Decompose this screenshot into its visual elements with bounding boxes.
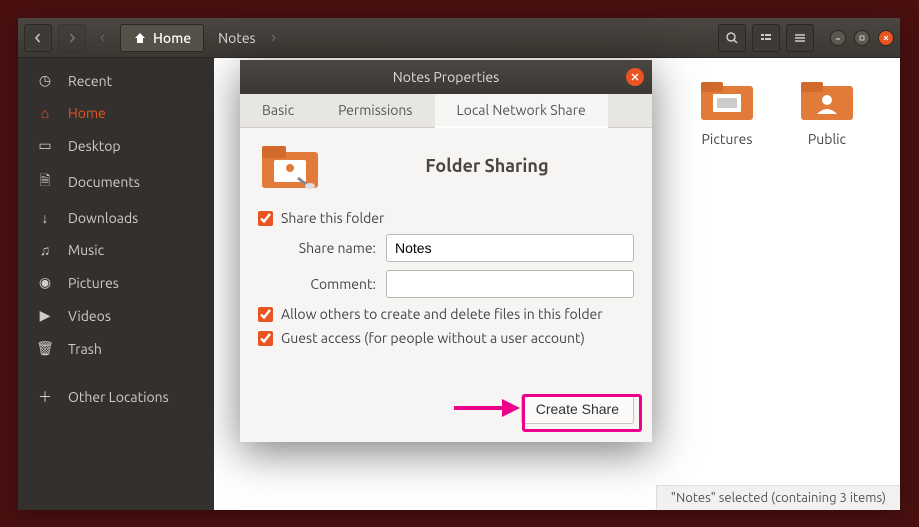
list-icon [759,31,773,45]
sidebar-item-downloads[interactable]: ↓Downloads [18,202,214,234]
share-name-row: Share name: [282,234,634,262]
close-icon [631,73,639,81]
trash-icon: 🗑 [36,340,54,357]
sidebar-item-desktop[interactable]: ▭Desktop [18,129,214,162]
folder-icon [797,76,857,124]
path-label: Home [153,30,191,46]
tab-basic[interactable]: Basic [240,94,316,127]
path-label: Notes [218,30,255,46]
folder-share-icon [258,140,322,192]
chevron-right-icon [270,33,278,43]
dialog-body: Folder Sharing Share this folder Share n… [240,128,652,442]
headerbar: Home Notes [18,18,900,58]
folder-label: Public [782,131,872,147]
hamburger-icon [793,31,807,45]
status-bar: "Notes" selected (containing 3 items) [656,485,900,510]
dialog-titlebar: Notes Properties [240,60,652,94]
create-share-button[interactable]: Create Share [521,394,634,424]
sidebar-item-documents[interactable]: 🗎Documents [18,162,214,202]
pictures-icon: ◉ [36,274,54,291]
downloads-icon: ↓ [36,210,54,226]
home-icon: ⌂ [36,105,54,121]
tab-permissions[interactable]: Permissions [316,94,434,127]
folder-icon [697,76,757,124]
comment-label: Comment: [282,276,376,292]
sidebar-item-trash[interactable]: 🗑Trash [18,332,214,365]
folder-pictures[interactable]: Pictures [682,76,772,147]
sidebar-item-recent[interactable]: ◷Recent [18,64,214,97]
close-button[interactable] [878,30,894,46]
plus-icon: ＋ [36,387,54,407]
sidebar-item-music[interactable]: ♫Music [18,234,214,266]
path-notes[interactable]: Notes [206,24,267,52]
menu-button[interactable] [786,24,814,52]
guest-access-row: Guest access (for people without a user … [258,330,634,346]
comment-input[interactable] [386,270,634,298]
home-icon [133,31,147,45]
clock-icon: ◷ [36,72,54,89]
allow-others-checkbox[interactable] [258,307,273,322]
dialog-close-button[interactable] [626,68,644,86]
share-name-input[interactable] [386,234,634,262]
path-home[interactable]: Home [120,24,204,52]
allow-others-row: Allow others to create and delete files … [258,306,634,322]
folder-public[interactable]: Public [782,76,872,147]
share-this-folder-row: Share this folder [258,210,634,226]
share-name-label: Share name: [282,240,376,256]
sidebar-item-videos[interactable]: ▶Videos [18,299,214,332]
minimize-button[interactable] [830,30,846,46]
sidebar-item-home[interactable]: ⌂Home [18,97,214,129]
sidebar: ◷Recent ⌂Home ▭Desktop 🗎Documents ↓Downl… [18,58,214,510]
comment-row: Comment: [282,270,634,298]
share-this-folder-checkbox[interactable] [258,211,273,226]
allow-others-label: Allow others to create and delete files … [281,306,603,322]
guest-access-label: Guest access (for people without a user … [281,330,585,346]
desktop-icon: ▭ [36,137,54,154]
chevron-right-icon [67,33,77,43]
folder-label: Pictures [682,131,772,147]
dialog-tabs: Basic Permissions Local Network Share [240,94,652,128]
search-button[interactable] [718,24,746,52]
view-button[interactable] [752,24,780,52]
path-bar: Home Notes [120,24,712,52]
properties-dialog: Notes Properties Basic Permissions Local… [240,60,652,442]
search-icon [725,31,739,45]
sidebar-item-other-locations[interactable]: ＋Other Locations [18,379,214,415]
chevron-left-icon [33,33,43,43]
tab-local-network-share[interactable]: Local Network Share [435,94,608,128]
share-this-folder-label: Share this folder [281,210,384,226]
header-actions [718,24,814,52]
music-icon: ♫ [36,242,54,258]
maximize-button[interactable] [854,30,870,46]
videos-icon: ▶ [36,307,54,324]
guest-access-checkbox[interactable] [258,331,273,346]
documents-icon: 🗎 [36,170,54,194]
window-controls [830,30,894,46]
chevron-left-icon [99,33,107,43]
recent-path-button[interactable] [92,24,114,52]
back-button[interactable] [24,24,52,52]
forward-button[interactable] [58,24,86,52]
dialog-title-text: Notes Properties [393,69,499,85]
section-title: Folder Sharing [340,156,634,176]
sidebar-item-pictures[interactable]: ◉Pictures [18,266,214,299]
